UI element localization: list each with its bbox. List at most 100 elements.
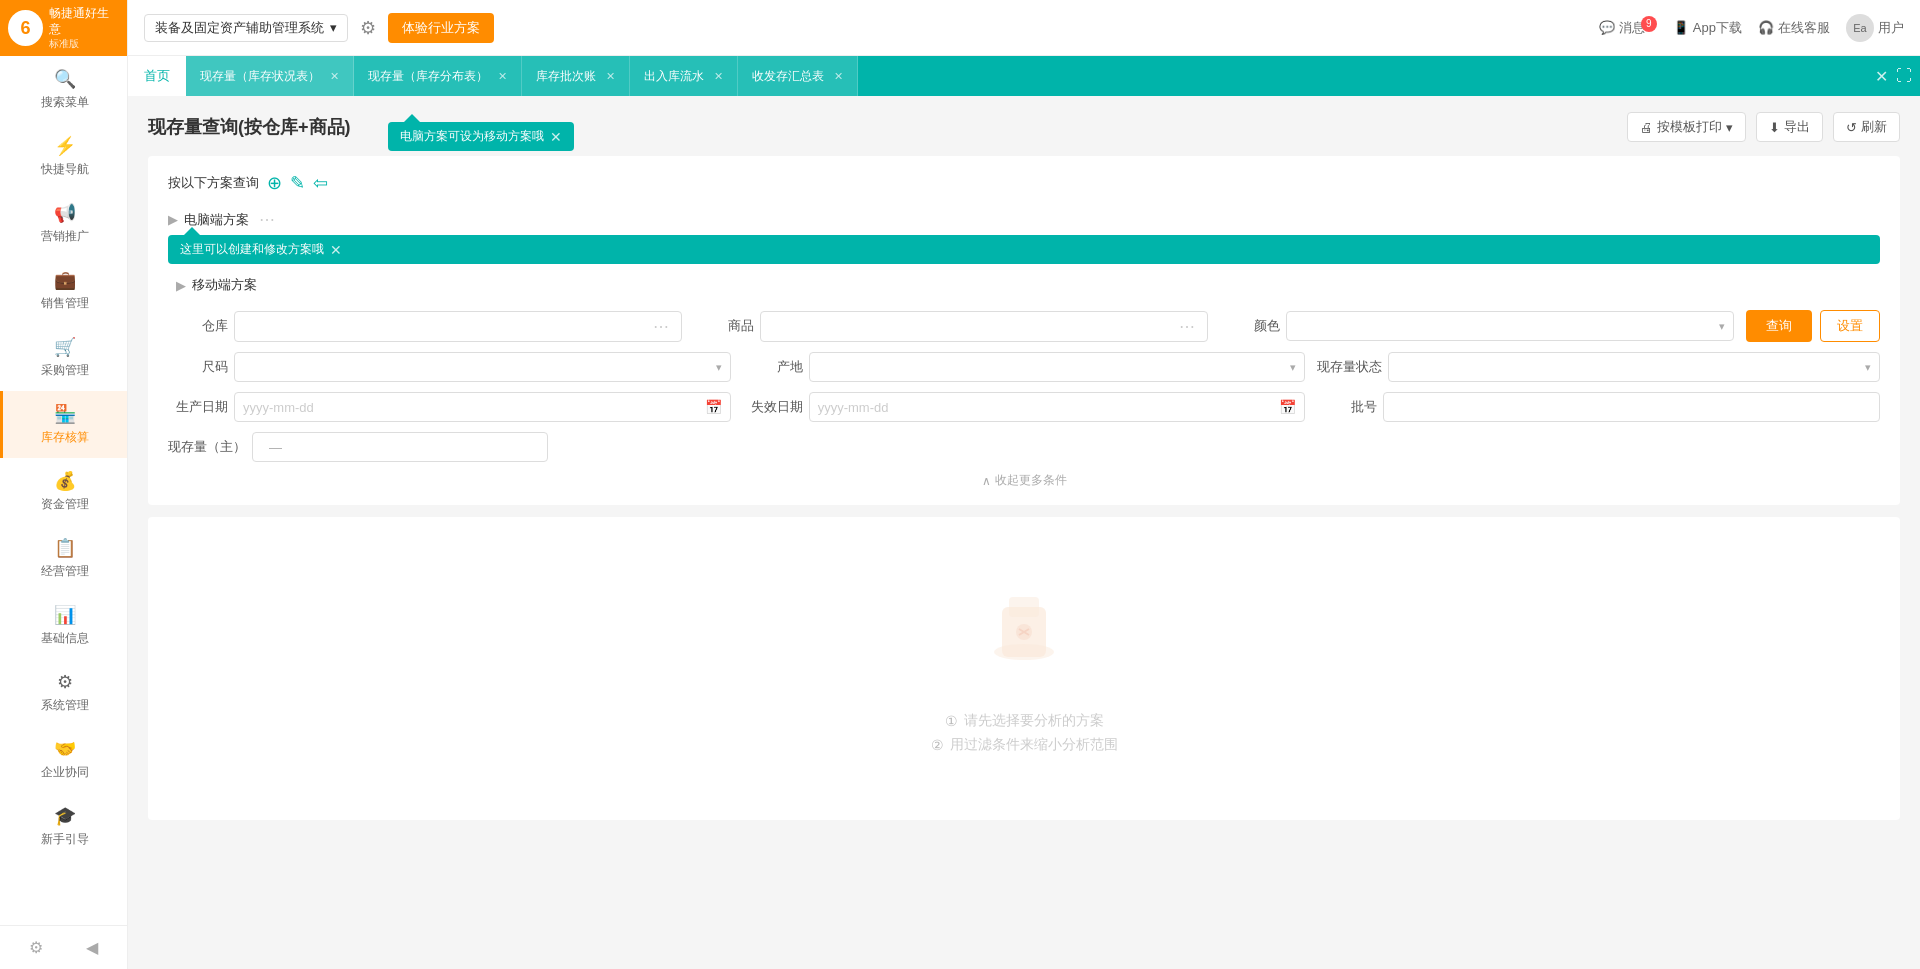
- tab-batch-account-close[interactable]: ✕: [606, 70, 615, 83]
- sidebar-item-label: 库存核算: [41, 429, 89, 446]
- service-icon: 🎧: [1758, 20, 1774, 35]
- tooltip-pc-scheme: 电脑方案可设为移动方案哦 ✕: [388, 122, 574, 151]
- settings-bottom-icon[interactable]: ⚙: [29, 938, 43, 957]
- empty-num2: ②: [931, 737, 944, 753]
- search-reset-group: 查询 设置: [1746, 310, 1880, 342]
- tab-inventory-dist-close[interactable]: ✕: [498, 70, 507, 83]
- batch-field: 批号: [1317, 392, 1880, 422]
- scheme-pc-item[interactable]: ▶ 电脑端方案 ⋯: [168, 206, 1880, 233]
- filter-row-4: 现存量（主） —: [168, 432, 1880, 462]
- empty-hint2-row: ② 用过滤条件来缩小分析范围: [931, 736, 1118, 754]
- sidebar-item-basic[interactable]: 📊 基础信息: [0, 592, 127, 659]
- tooltip2-text: 这里可以创建和修改方案哦: [180, 241, 324, 258]
- origin-chevron-icon: ▾: [1290, 361, 1296, 374]
- sidebar-item-label: 销售管理: [41, 295, 89, 312]
- tab-inventory-dist-label: 现存量（库存分布表）: [368, 68, 488, 85]
- collapse-sidebar-icon[interactable]: ◀: [86, 938, 98, 957]
- sidebar-item-enterprise[interactable]: 🤝 企业协同: [0, 726, 127, 793]
- service-label: 在线客服: [1778, 19, 1830, 37]
- stock-main-input[interactable]: —: [252, 432, 548, 462]
- collapse-row[interactable]: ∧ 收起更多条件: [168, 472, 1880, 489]
- industry-btn[interactable]: 体验行业方案: [388, 13, 494, 43]
- scheme-pc-more-icon[interactable]: ⋯: [255, 210, 279, 229]
- edit-scheme-icon[interactable]: ✎: [290, 172, 305, 194]
- tooltip2-close[interactable]: ✕: [330, 242, 342, 258]
- page-inner: 现存量查询(按仓库+商品) 🖨 按模板打印 ▾ ⬇ 导出 ↺ 刷新: [128, 96, 1920, 836]
- export-btn[interactable]: ⬇ 导出: [1756, 112, 1823, 142]
- sidebar-item-purchase[interactable]: 🛒 采购管理: [0, 324, 127, 391]
- tab-inout-flow-close[interactable]: ✕: [714, 70, 723, 83]
- sidebar-item-label: 企业协同: [41, 764, 89, 781]
- header-right: 💬 消息 9 📱 App下载 🎧 在线客服 Ea 用户: [1599, 14, 1904, 42]
- empty-hint2: 用过滤条件来缩小分析范围: [950, 736, 1118, 754]
- empty-num1: ①: [945, 713, 958, 729]
- tab-inout-flow[interactable]: 出入库流水 ✕: [630, 56, 738, 96]
- produce-date-input[interactable]: yyyy-mm-dd 📅: [234, 392, 731, 422]
- tab-fullscreen-icon[interactable]: ⛶: [1896, 67, 1912, 85]
- print-btn[interactable]: 🖨 按模板打印 ▾: [1627, 112, 1746, 142]
- tab-recv-summary-close[interactable]: ✕: [834, 70, 843, 83]
- batch-input[interactable]: [1383, 392, 1880, 422]
- print-label: 按模板打印: [1657, 118, 1722, 136]
- sidebar-item-marketing[interactable]: 📢 营销推广: [0, 190, 127, 257]
- sidebar-item-label: 系统管理: [41, 697, 89, 714]
- sidebar-item-quick[interactable]: ⚡ 快捷导航: [0, 123, 127, 190]
- page-actions: 🖨 按模板打印 ▾ ⬇ 导出 ↺ 刷新: [1627, 112, 1900, 142]
- system-selector[interactable]: 装备及固定资产辅助管理系统 ▾: [144, 14, 348, 42]
- size-field: 尺码 ▾: [168, 352, 731, 382]
- product-select[interactable]: ⋯: [760, 311, 1208, 342]
- sidebar-item-sales[interactable]: 💼 销售管理: [0, 257, 127, 324]
- message-item[interactable]: 💬 消息 9: [1599, 19, 1657, 37]
- filter-row-3: 生产日期 yyyy-mm-dd 📅 失效日期 yyyy-mm-dd 📅: [168, 392, 1880, 422]
- warehouse-more-icon[interactable]: ⋯: [649, 317, 673, 336]
- filter-header-wrapper: 按以下方案查询 ⊕ ✎ ⇦ 电脑方案可设为移动方案哦 ✕ ▼: [168, 172, 1880, 298]
- reset-btn[interactable]: 设置: [1820, 310, 1880, 342]
- refresh-btn[interactable]: ↺ 刷新: [1833, 112, 1900, 142]
- basic-icon: 📊: [54, 604, 76, 626]
- sidebar-item-operation[interactable]: 📋 经营管理: [0, 525, 127, 592]
- add-scheme-icon[interactable]: ⊕: [267, 172, 282, 194]
- size-select[interactable]: ▾: [234, 352, 731, 382]
- tab-inventory-status[interactable]: 现存量（库存状况表） ✕: [186, 56, 354, 96]
- color-select[interactable]: ▾: [1286, 311, 1734, 341]
- expire-date-input[interactable]: yyyy-mm-dd 📅: [809, 392, 1306, 422]
- avatar: Ea: [1846, 14, 1874, 42]
- tab-inventory-status-close[interactable]: ✕: [330, 70, 339, 83]
- tab-inout-flow-label: 出入库流水: [644, 68, 704, 85]
- sidebar-item-label: 搜索菜单: [41, 94, 89, 111]
- sidebar-item-system[interactable]: ⚙ 系统管理: [0, 659, 127, 726]
- color-label: 颜色: [1220, 317, 1280, 335]
- tab-close-all-icon[interactable]: ✕: [1875, 67, 1888, 86]
- header-settings-icon[interactable]: ⚙: [360, 17, 376, 39]
- size-label: 尺码: [168, 358, 228, 376]
- main-area: 装备及固定资产辅助管理系统 ▾ ⚙ 体验行业方案 💬 消息 9 📱 App下载 …: [128, 0, 1920, 969]
- tab-recv-summary-label: 收发存汇总表: [752, 68, 824, 85]
- back-scheme-icon[interactable]: ⇦: [313, 172, 328, 194]
- tab-recv-summary[interactable]: 收发存汇总表 ✕: [738, 56, 858, 96]
- sidebar-item-inventory[interactable]: 🏪 库存核算: [0, 391, 127, 458]
- service-item[interactable]: 🎧 在线客服: [1758, 19, 1830, 37]
- stock-status-select[interactable]: ▾: [1388, 352, 1880, 382]
- sidebar-item-newbie[interactable]: 🎓 新手引导: [0, 793, 127, 860]
- size-chevron-icon: ▾: [716, 361, 722, 374]
- purchase-icon: 🛒: [54, 336, 76, 358]
- warehouse-select[interactable]: ⋯: [234, 311, 682, 342]
- product-more-icon[interactable]: ⋯: [1175, 317, 1199, 336]
- tab-home[interactable]: 首页: [128, 56, 186, 96]
- search-btn[interactable]: 查询: [1746, 310, 1812, 342]
- message-icon: 💬: [1599, 20, 1615, 35]
- origin-field: 产地 ▾: [743, 352, 1306, 382]
- tooltip1-close[interactable]: ✕: [550, 129, 562, 145]
- user-item[interactable]: Ea 用户: [1846, 14, 1904, 42]
- scheme-mobile-item[interactable]: ▶ 移动端方案: [168, 272, 1880, 298]
- origin-select[interactable]: ▾: [809, 352, 1306, 382]
- tab-batch-account[interactable]: 库存批次账 ✕: [522, 56, 630, 96]
- system-icon: ⚙: [57, 671, 73, 693]
- sidebar-item-label: 快捷导航: [41, 161, 89, 178]
- tab-inventory-dist[interactable]: 现存量（库存分布表） ✕: [354, 56, 522, 96]
- sidebar-item-finance[interactable]: 💰 资金管理: [0, 458, 127, 525]
- user-label: 用户: [1878, 19, 1904, 37]
- app-download-item[interactable]: 📱 App下载: [1673, 19, 1742, 37]
- product-field: 商品 ⋯: [694, 311, 1208, 342]
- sidebar-item-search[interactable]: 🔍 搜索菜单: [0, 56, 127, 123]
